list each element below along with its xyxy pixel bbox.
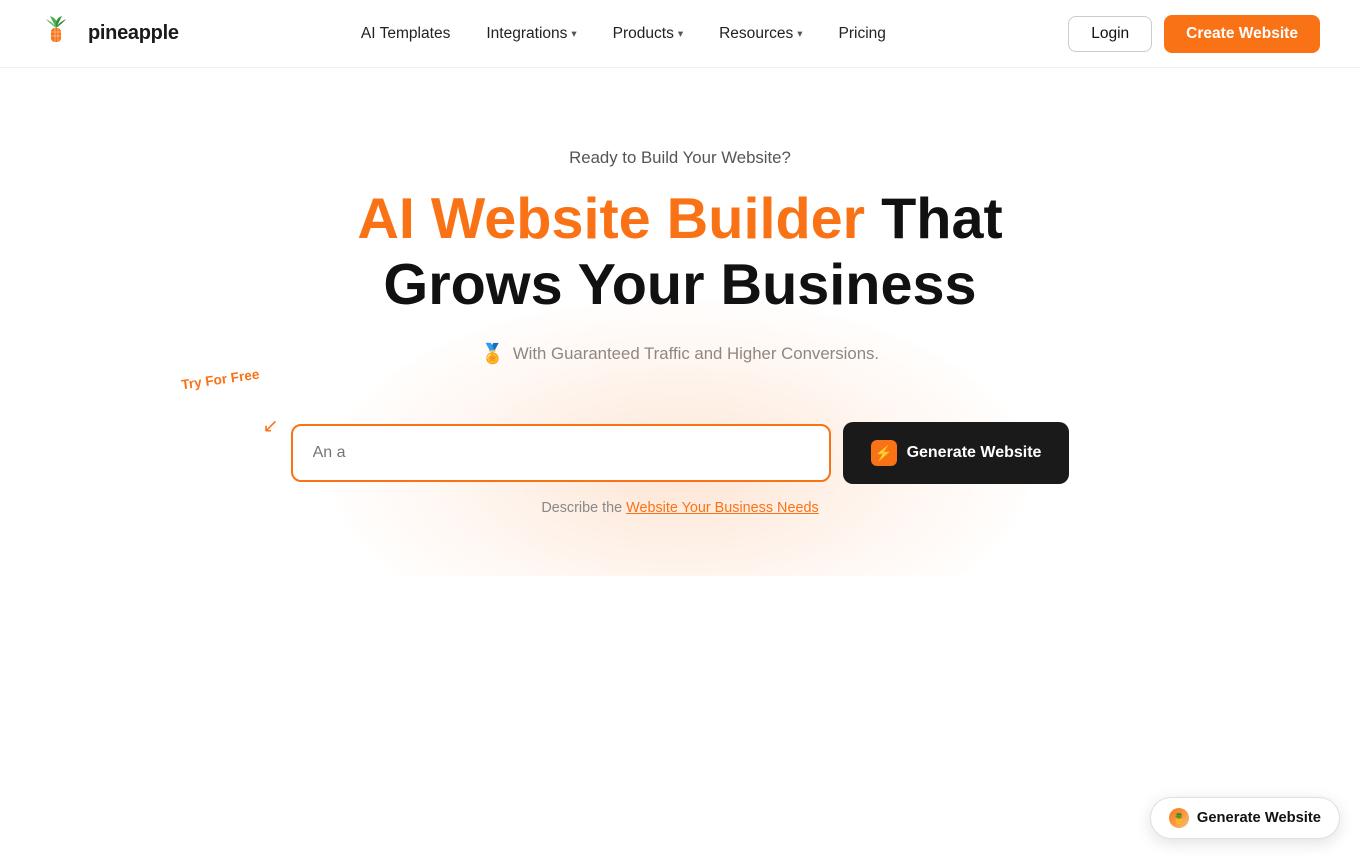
nav-item-integrations: Integrations ▾ [470,17,592,51]
nav-link-products[interactable]: Products ▾ [597,17,699,51]
try-arrow-icon: ↙ [263,414,279,438]
nav-link-integrations[interactable]: Integrations ▾ [470,17,592,51]
logo-text: pineapple [88,22,179,45]
logo-link[interactable]: pineapple [40,14,179,54]
navbar: pineapple AI Templates Integrations ▾ Pr… [0,0,1360,68]
chevron-down-icon: ▾ [571,28,576,40]
floating-button-label: Generate Website [1197,810,1321,826]
hero-title-orange: AI Website Builder [357,187,865,251]
nav-link-ai-templates[interactable]: AI Templates [345,17,466,51]
nav-links: AI Templates Integrations ▾ Products ▾ R… [345,17,902,51]
nav-item-products: Products ▾ [597,17,699,51]
hero-subtitle: Ready to Build Your Website? [569,148,791,168]
nav-item-ai-templates: AI Templates [345,17,466,51]
hero-tagline-text: With Guaranteed Traffic and Higher Conve… [513,344,879,364]
floating-generate-button[interactable]: 🍍 Generate Website [1150,797,1340,839]
create-website-button[interactable]: Create Website [1164,15,1320,53]
nav-link-resources[interactable]: Resources ▾ [703,17,818,51]
hero-title: AI Website Builder That Grows Your Busin… [330,186,1030,318]
badge-icon: 🏅 [481,342,505,366]
hero-hint-link[interactable]: Website Your Business Needs [626,500,819,516]
logo-icon [40,14,80,54]
chevron-down-icon: ▾ [678,28,683,40]
generate-website-button[interactable]: ⚡ Generate Website [843,422,1070,484]
try-annotation: Try For Free [180,367,260,393]
website-description-input[interactable] [291,424,831,482]
login-button[interactable]: Login [1068,16,1152,52]
hero-hint-prefix: Describe the [541,500,626,516]
generate-button-label: Generate Website [907,444,1042,462]
floating-pineapple-icon: 🍍 [1169,808,1189,828]
hero-hint: Describe the Website Your Business Needs [541,500,818,516]
hero-section: Ready to Build Your Website? AI Website … [0,68,1360,576]
nav-item-pricing: Pricing [822,17,901,51]
input-area: Try For Free ↙ ⚡ Generate Website [291,422,1070,484]
nav-actions: Login Create Website [1068,15,1320,53]
nav-link-pricing[interactable]: Pricing [822,17,901,51]
lightning-icon: ⚡ [871,440,897,466]
hero-tagline: 🏅 With Guaranteed Traffic and Higher Con… [481,342,879,366]
chevron-down-icon: ▾ [797,28,802,40]
nav-item-resources: Resources ▾ [703,17,818,51]
